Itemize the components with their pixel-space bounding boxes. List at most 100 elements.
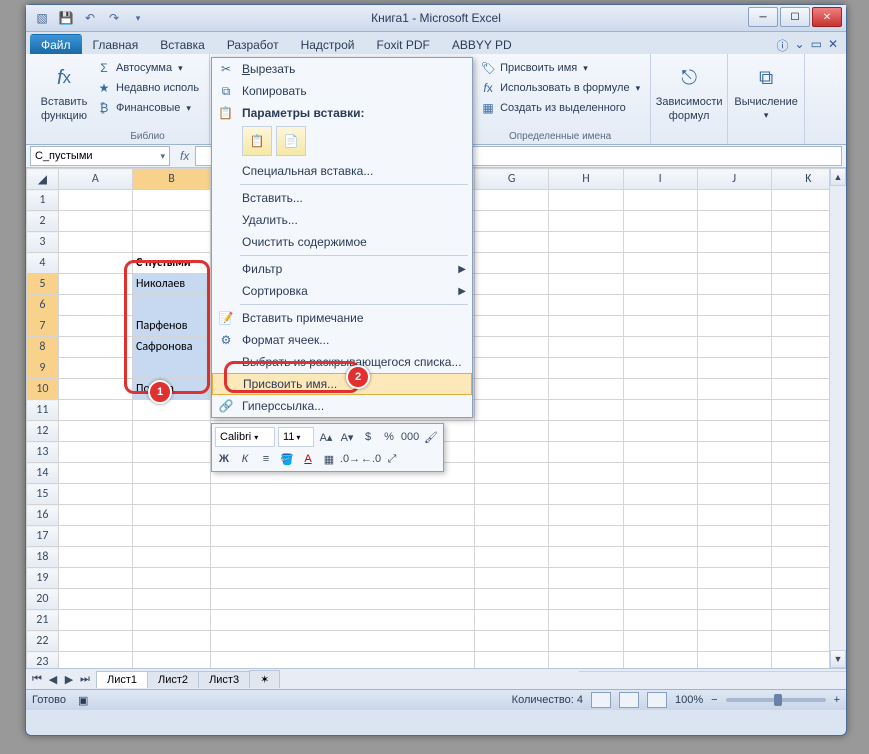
fx-label-icon[interactable]: fx	[180, 149, 189, 163]
ctx-comment[interactable]: 📝Вставить примечание	[212, 307, 472, 329]
row-header[interactable]: 18	[27, 547, 59, 568]
row-header[interactable]: 13	[27, 442, 59, 463]
tab-abbyy[interactable]: ABBYY PD	[441, 34, 523, 54]
horizontal-scrollbar[interactable]	[579, 671, 846, 688]
ctx-paste-special[interactable]: Специальная вставка...	[212, 160, 472, 182]
minimize-button[interactable]: ─	[748, 7, 778, 27]
scroll-up-icon[interactable]: ▲	[830, 168, 846, 186]
paste-option-1[interactable]: 📋	[242, 126, 272, 156]
maximize-button[interactable]: ☐	[780, 7, 810, 27]
row-header[interactable]: 6	[27, 295, 59, 316]
qat-dropdown-icon[interactable]: ▾	[128, 8, 148, 28]
select-all-corner[interactable]: ◢	[27, 169, 59, 190]
insert-function-button[interactable]: fx Вставить функцию	[34, 58, 94, 142]
undo-icon[interactable]: ↶	[80, 8, 100, 28]
tab-home[interactable]: Главная	[82, 34, 150, 54]
row-header[interactable]: 5	[27, 274, 59, 295]
ctx-delete[interactable]: Удалить...	[212, 209, 472, 231]
paste-option-2[interactable]: 📄	[276, 126, 306, 156]
cell-b4[interactable]: С пустыми	[133, 253, 211, 274]
row-header[interactable]: 9	[27, 358, 59, 379]
ctx-define-name[interactable]: Присвоить имя...	[212, 373, 472, 395]
row-header[interactable]: 7	[27, 316, 59, 337]
row-header[interactable]: 2	[27, 211, 59, 232]
zoom-slider[interactable]	[726, 698, 826, 702]
row-header[interactable]: 19	[27, 568, 59, 589]
mini-fill-color-icon[interactable]: 🪣	[278, 450, 296, 468]
view-layout-button[interactable]	[619, 692, 639, 708]
col-header-b[interactable]: B	[133, 169, 211, 190]
mini-percent-icon[interactable]: %	[380, 428, 398, 446]
row-header[interactable]: 22	[27, 631, 59, 652]
tab-developer[interactable]: Разработ	[216, 34, 290, 54]
mini-font-size[interactable]: 11 ▾	[278, 427, 314, 447]
zoom-out-button[interactable]: −	[711, 694, 717, 706]
row-header[interactable]: 14	[27, 463, 59, 484]
ctx-copy[interactable]: ⧉Копировать	[212, 80, 472, 102]
row-header[interactable]: 17	[27, 526, 59, 547]
window-close2-icon[interactable]: ✕	[828, 37, 838, 54]
sheet-tab-3[interactable]: Лист3	[198, 671, 250, 688]
create-from-selection-button[interactable]: ▦Создать из выделенного	[478, 98, 642, 118]
row-header[interactable]: 23	[27, 652, 59, 669]
ctx-sort[interactable]: Сортировка▶	[212, 280, 472, 302]
save-icon[interactable]: 💾	[56, 8, 76, 28]
zoom-level[interactable]: 100%	[675, 694, 703, 706]
row-header[interactable]: 20	[27, 589, 59, 610]
namebox-dropdown-icon[interactable]: ▾	[160, 151, 165, 162]
row-header[interactable]: 8	[27, 337, 59, 358]
row-header[interactable]: 21	[27, 610, 59, 631]
mini-font-color-icon[interactable]: A	[299, 450, 317, 468]
mini-increase-decimal-icon[interactable]: .0→	[341, 450, 359, 468]
row-header[interactable]: 10	[27, 379, 59, 400]
recent-functions-button[interactable]: ★Недавно исполь	[94, 78, 201, 98]
sheet-nav[interactable]: ⏮◀▶⏭	[30, 673, 92, 686]
define-name-button[interactable]: 🏷Присвоить имя▾	[478, 58, 642, 78]
help-icon[interactable]: ⓘ	[777, 37, 789, 54]
col-header-a[interactable]: A	[58, 169, 132, 190]
row-header[interactable]: 11	[27, 400, 59, 421]
ctx-pick-from-list[interactable]: Выбрать из раскрывающегося списка...	[212, 351, 472, 373]
close-button[interactable]: ✕	[812, 7, 842, 27]
redo-icon[interactable]: ↷	[104, 8, 124, 28]
tab-addins[interactable]: Надстрой	[290, 34, 366, 54]
mini-merge-icon[interactable]: ⤢	[383, 450, 401, 468]
status-macro-icon[interactable]: ▣	[78, 694, 88, 707]
ctx-cut[interactable]: ✂Вырезать	[212, 58, 472, 80]
mini-borders-icon[interactable]: ▦	[320, 450, 338, 468]
cell-b5[interactable]: Николаев	[133, 274, 211, 295]
row-header[interactable]: 16	[27, 505, 59, 526]
cell-b8[interactable]: Сафронова	[133, 337, 211, 358]
ctx-insert[interactable]: Вставить...	[212, 187, 472, 209]
row-header[interactable]: 4	[27, 253, 59, 274]
tab-foxit[interactable]: Foxit PDF	[365, 34, 440, 54]
mini-decrease-decimal-icon[interactable]: ←.0	[362, 450, 380, 468]
mini-font-family[interactable]: Calibri ▾	[215, 427, 275, 447]
col-header-g[interactable]: G	[475, 169, 549, 190]
zoom-in-button[interactable]: +	[834, 694, 840, 706]
view-normal-button[interactable]	[591, 692, 611, 708]
use-in-formula-button[interactable]: fxИспользовать в формуле▾	[478, 78, 642, 98]
tab-insert[interactable]: Вставка	[149, 34, 216, 54]
mini-align-icon[interactable]: ≡	[257, 450, 275, 468]
vertical-scrollbar[interactable]: ▲ ▼	[829, 168, 846, 668]
autosum-button[interactable]: ΣАвтосумма▾	[94, 58, 201, 78]
cell-b6[interactable]	[133, 295, 211, 316]
mini-grow-font-icon[interactable]: A▴	[317, 428, 335, 446]
col-header-i[interactable]: I	[623, 169, 697, 190]
window-help-icon[interactable]: ▭	[811, 37, 822, 54]
scroll-down-icon[interactable]: ▼	[830, 650, 846, 668]
formula-dependencies-button[interactable]: ⎋ Зависимости формул	[659, 58, 719, 122]
sheet-tab-1[interactable]: Лист1	[96, 671, 148, 688]
new-sheet-button[interactable]: ✶	[249, 670, 280, 688]
ctx-filter[interactable]: Фильтр▶	[212, 258, 472, 280]
row-header[interactable]: 12	[27, 421, 59, 442]
sheet-tab-2[interactable]: Лист2	[147, 671, 199, 688]
ctx-hyperlink[interactable]: 🔗Гиперссылка...	[212, 395, 472, 417]
ctx-clear[interactable]: Очистить содержимое	[212, 231, 472, 253]
tab-file[interactable]: Файл	[30, 34, 82, 54]
cell-b9[interactable]	[133, 358, 211, 379]
mini-italic-icon[interactable]: К	[236, 450, 254, 468]
row-header[interactable]: 15	[27, 484, 59, 505]
col-header-h[interactable]: H	[549, 169, 623, 190]
